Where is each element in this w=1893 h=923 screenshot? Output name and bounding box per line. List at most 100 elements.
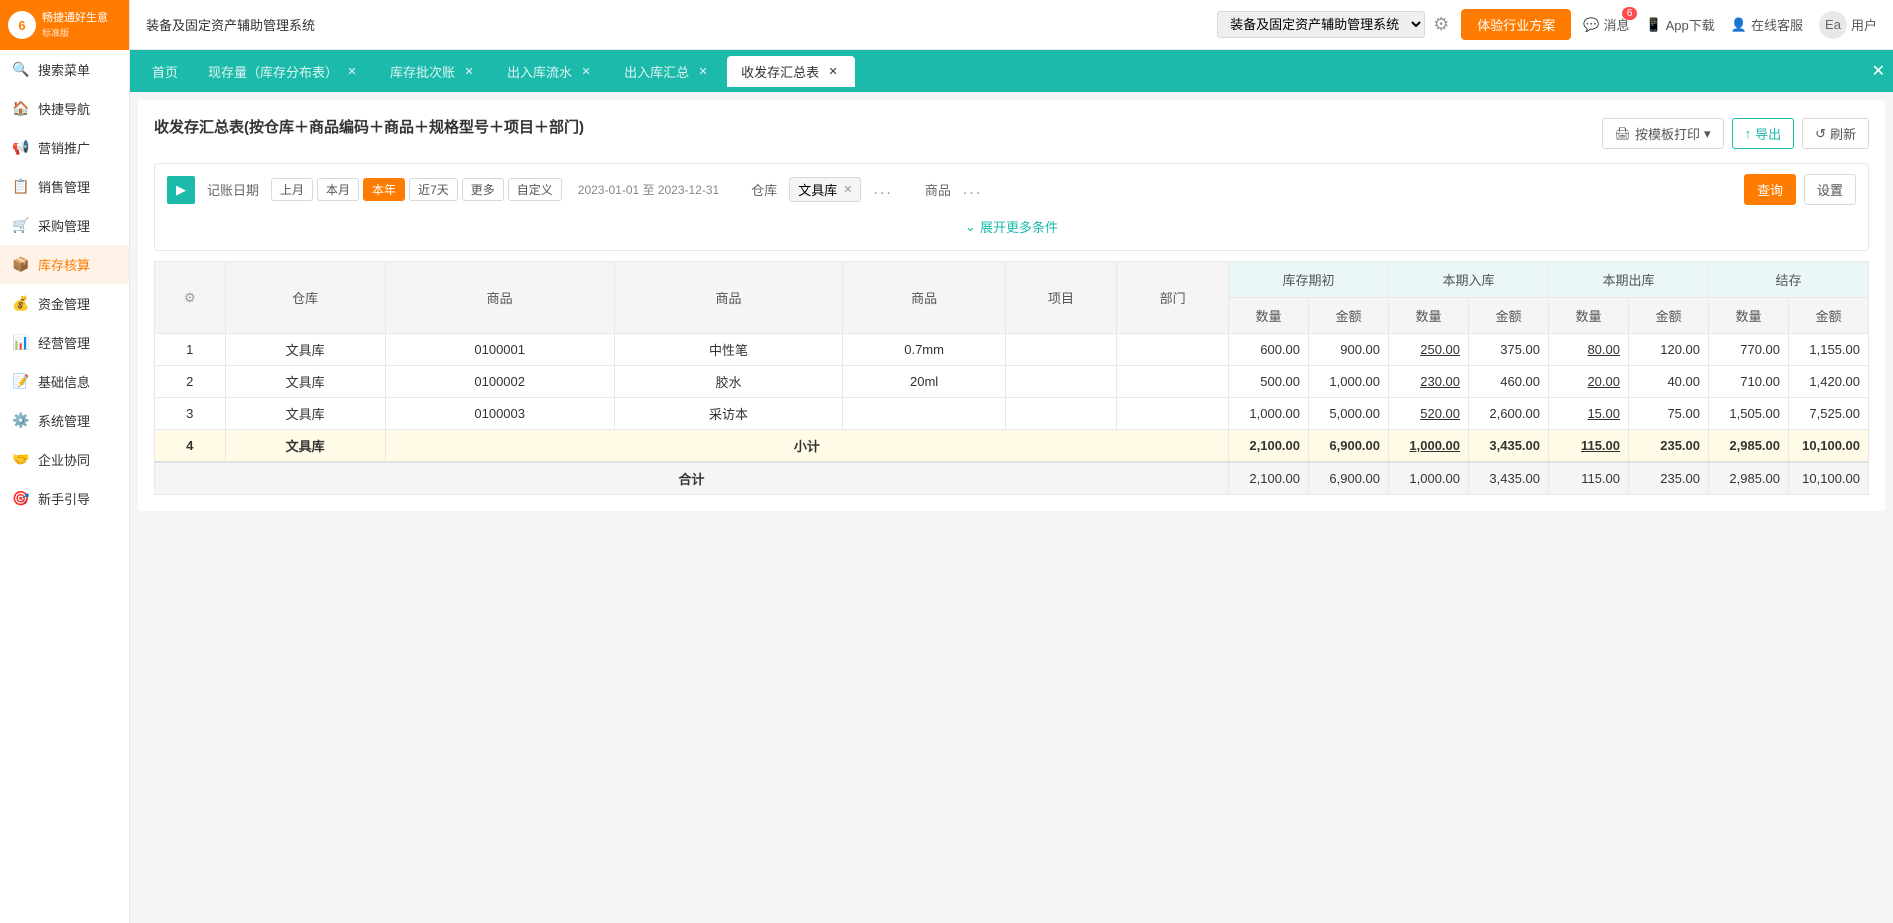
date-btn-本年[interactable]: 本年 bbox=[363, 178, 405, 201]
sidebar-item-enterprise[interactable]: 🤝 企业协同 bbox=[0, 440, 129, 479]
settings-gear-icon[interactable]: ⚙ bbox=[1433, 14, 1449, 35]
sidebar-label-quick-nav: 快捷导航 bbox=[38, 99, 90, 118]
th-dept: 部门 bbox=[1117, 262, 1229, 334]
messages-action[interactable]: 💬 消息 6 bbox=[1583, 15, 1629, 34]
row-in-qty[interactable]: 230.00 bbox=[1389, 366, 1469, 398]
row-num: 1 bbox=[155, 334, 226, 366]
warehouse-dots[interactable]: ... bbox=[873, 181, 892, 199]
row-out-qty[interactable]: 20.00 bbox=[1549, 366, 1629, 398]
sidebar-item-base-info[interactable]: 📝 基础信息 bbox=[0, 362, 129, 401]
sidebar-item-sales[interactable]: 📋 销售管理 bbox=[0, 167, 129, 206]
goods-dots[interactable]: ... bbox=[963, 181, 982, 199]
page-title: 收发存汇总表(按仓库＋商品编码＋商品＋规格型号＋项目＋部门) bbox=[154, 116, 584, 137]
tab-inventory-dist[interactable]: 现存量（库存分布表） ✕ bbox=[194, 56, 374, 87]
th-warehouse: 仓库 bbox=[225, 262, 385, 334]
print-icon: 🖨 bbox=[1615, 126, 1632, 142]
goods-label: 商品 bbox=[925, 180, 951, 199]
total-close-qty: 2,985.00 bbox=[1709, 462, 1789, 495]
phone-icon: 📱 bbox=[1645, 17, 1661, 33]
refresh-icon: ↺ bbox=[1815, 126, 1826, 142]
row-out-qty[interactable]: 80.00 bbox=[1549, 334, 1629, 366]
row-out-qty[interactable]: 15.00 bbox=[1549, 398, 1629, 430]
sidebar-item-operations[interactable]: 📊 经营管理 bbox=[0, 323, 129, 362]
export-btn[interactable]: ↑ 导出 bbox=[1732, 118, 1795, 149]
app-download-action[interactable]: 📱 App下载 bbox=[1645, 15, 1714, 34]
tab-inout-summary[interactable]: 出入库汇总✕ bbox=[610, 56, 725, 87]
row-open-qty: 600.00 bbox=[1229, 334, 1309, 366]
close-tab-batch[interactable]: ✕ bbox=[461, 63, 477, 79]
warehouse-tag: 文具库 ✕ bbox=[789, 177, 861, 202]
sidebar-item-system[interactable]: ⚙️ 系统管理 bbox=[0, 401, 129, 440]
query-btn[interactable]: 查询 bbox=[1744, 174, 1796, 205]
th-settings[interactable]: ⚙ bbox=[155, 262, 226, 334]
sidebar-item-purchase[interactable]: 🛒 采购管理 bbox=[0, 206, 129, 245]
sidebar-item-inventory[interactable]: 📦 库存核算 bbox=[0, 245, 129, 284]
table-body: 1 文具库 0100001 中性笔 0.7mm 600.00 900.00 25… bbox=[155, 334, 1869, 463]
system-selector[interactable]: 装备及固定资产辅助管理系统 bbox=[1217, 11, 1425, 38]
purchase-icon: 🛒 bbox=[12, 217, 30, 235]
experience-btn[interactable]: 体验行业方案 bbox=[1461, 9, 1571, 40]
row-in-qty[interactable]: 250.00 bbox=[1389, 334, 1469, 366]
sidebar-item-quick-nav[interactable]: 🏠 快捷导航 bbox=[0, 89, 129, 128]
row-name: 采访本 bbox=[614, 398, 843, 430]
sidebar-label-base-info: 基础信息 bbox=[38, 372, 90, 391]
row-num: 2 bbox=[155, 366, 226, 398]
service-icon: 👤 bbox=[1731, 17, 1747, 33]
close-tab-recv-send-summary[interactable]: ✕ bbox=[825, 63, 841, 79]
table-wrapper: ⚙ 仓库 商品 商品 商品 项目 部门 库存期初 本期入库 本期出库 结存 bbox=[154, 261, 1869, 495]
system-icon: ⚙️ bbox=[12, 412, 30, 430]
row-project bbox=[1005, 334, 1117, 366]
page-area: 收发存汇总表(按仓库＋商品编码＋商品＋规格型号＋项目＋部门) 🖨 按模板打印 ▾… bbox=[130, 92, 1893, 923]
tab-recv-send-summary[interactable]: 收发存汇总表✕ bbox=[727, 56, 855, 87]
close-tab-inout-flow[interactable]: ✕ bbox=[578, 63, 594, 79]
row-close-amt: 1,155.00 bbox=[1789, 334, 1869, 366]
system-title: 装备及固定资产辅助管理系统 bbox=[146, 15, 1205, 34]
export-icon: ↑ bbox=[1745, 126, 1752, 141]
page-content: 收发存汇总表(按仓库＋商品编码＋商品＋规格型号＋项目＋部门) 🖨 按模板打印 ▾… bbox=[138, 100, 1885, 511]
th-open-qty: 数量 bbox=[1229, 298, 1309, 334]
th-spec: 商品 bbox=[843, 262, 1005, 334]
settings-btn[interactable]: 设置 bbox=[1804, 174, 1856, 205]
tab-home[interactable]: 首页 bbox=[138, 56, 192, 87]
tab-batch[interactable]: 库存批次账✕ bbox=[376, 56, 491, 87]
expand-conditions-btn[interactable]: ⌄ 展开更多条件 bbox=[965, 217, 1058, 236]
th-inbound-group: 本期入库 bbox=[1389, 262, 1549, 298]
warehouse-label: 仓库 bbox=[751, 180, 777, 199]
date-btn-本月[interactable]: 本月 bbox=[317, 178, 359, 201]
row-in-qty[interactable]: 520.00 bbox=[1389, 398, 1469, 430]
total-open-amt: 6,900.00 bbox=[1309, 462, 1389, 495]
tab-inout-flow[interactable]: 出入库流水✕ bbox=[493, 56, 608, 87]
table-row: 1 文具库 0100001 中性笔 0.7mm 600.00 900.00 25… bbox=[155, 334, 1869, 366]
date-buttons: 上月本月本年近7天更多自定义 bbox=[271, 178, 562, 201]
th-code: 商品 bbox=[385, 262, 614, 334]
row-out-amt: 40.00 bbox=[1629, 366, 1709, 398]
sidebar-nav: 🔍 搜索菜单 🏠 快捷导航 📢 营销推广 📋 销售管理 🛒 采购管理 📦 库存核… bbox=[0, 50, 129, 518]
row-open-amt: 900.00 bbox=[1309, 334, 1389, 366]
refresh-btn[interactable]: ↺ 刷新 bbox=[1802, 118, 1869, 149]
sidebar-item-finance[interactable]: 💰 资金管理 bbox=[0, 284, 129, 323]
tab-label-inventory-dist: 现存量（库存分布表） bbox=[208, 62, 338, 81]
sidebar-item-marketing[interactable]: 📢 营销推广 bbox=[0, 128, 129, 167]
sidebar-item-new-guide[interactable]: 🎯 新手引导 bbox=[0, 479, 129, 518]
sub-out-amt: 235.00 bbox=[1629, 430, 1709, 463]
sidebar-label-search: 搜索菜单 bbox=[38, 60, 90, 79]
warehouse-tag-close[interactable]: ✕ bbox=[843, 183, 852, 196]
date-btn-近7天[interactable]: 近7天 bbox=[409, 178, 458, 201]
date-btn-更多[interactable]: 更多 bbox=[462, 178, 504, 201]
sidebar-label-operations: 经营管理 bbox=[38, 333, 90, 352]
row-warehouse: 文具库 bbox=[225, 334, 385, 366]
sidebar-item-search[interactable]: 🔍 搜索菜单 bbox=[0, 50, 129, 89]
user-action[interactable]: Ea 用户 bbox=[1819, 11, 1877, 39]
sub-out-qty: 115.00 bbox=[1549, 430, 1629, 463]
close-tab-inventory-dist[interactable]: ✕ bbox=[344, 63, 360, 79]
online-service-action[interactable]: 👤 在线客服 bbox=[1731, 15, 1803, 34]
date-range: 2023-01-01 至 2023-12-31 bbox=[578, 181, 719, 198]
print-btn[interactable]: 🖨 按模板打印 ▾ bbox=[1602, 118, 1724, 149]
row-close-qty: 770.00 bbox=[1709, 334, 1789, 366]
collapse-arrow[interactable]: ▶ bbox=[167, 176, 195, 204]
date-btn-上月[interactable]: 上月 bbox=[271, 178, 313, 201]
close-tab-icon[interactable]: ✕ bbox=[1872, 61, 1885, 81]
th-close-qty: 数量 bbox=[1709, 298, 1789, 334]
date-btn-自定义[interactable]: 自定义 bbox=[508, 178, 562, 201]
close-tab-inout-summary[interactable]: ✕ bbox=[695, 63, 711, 79]
